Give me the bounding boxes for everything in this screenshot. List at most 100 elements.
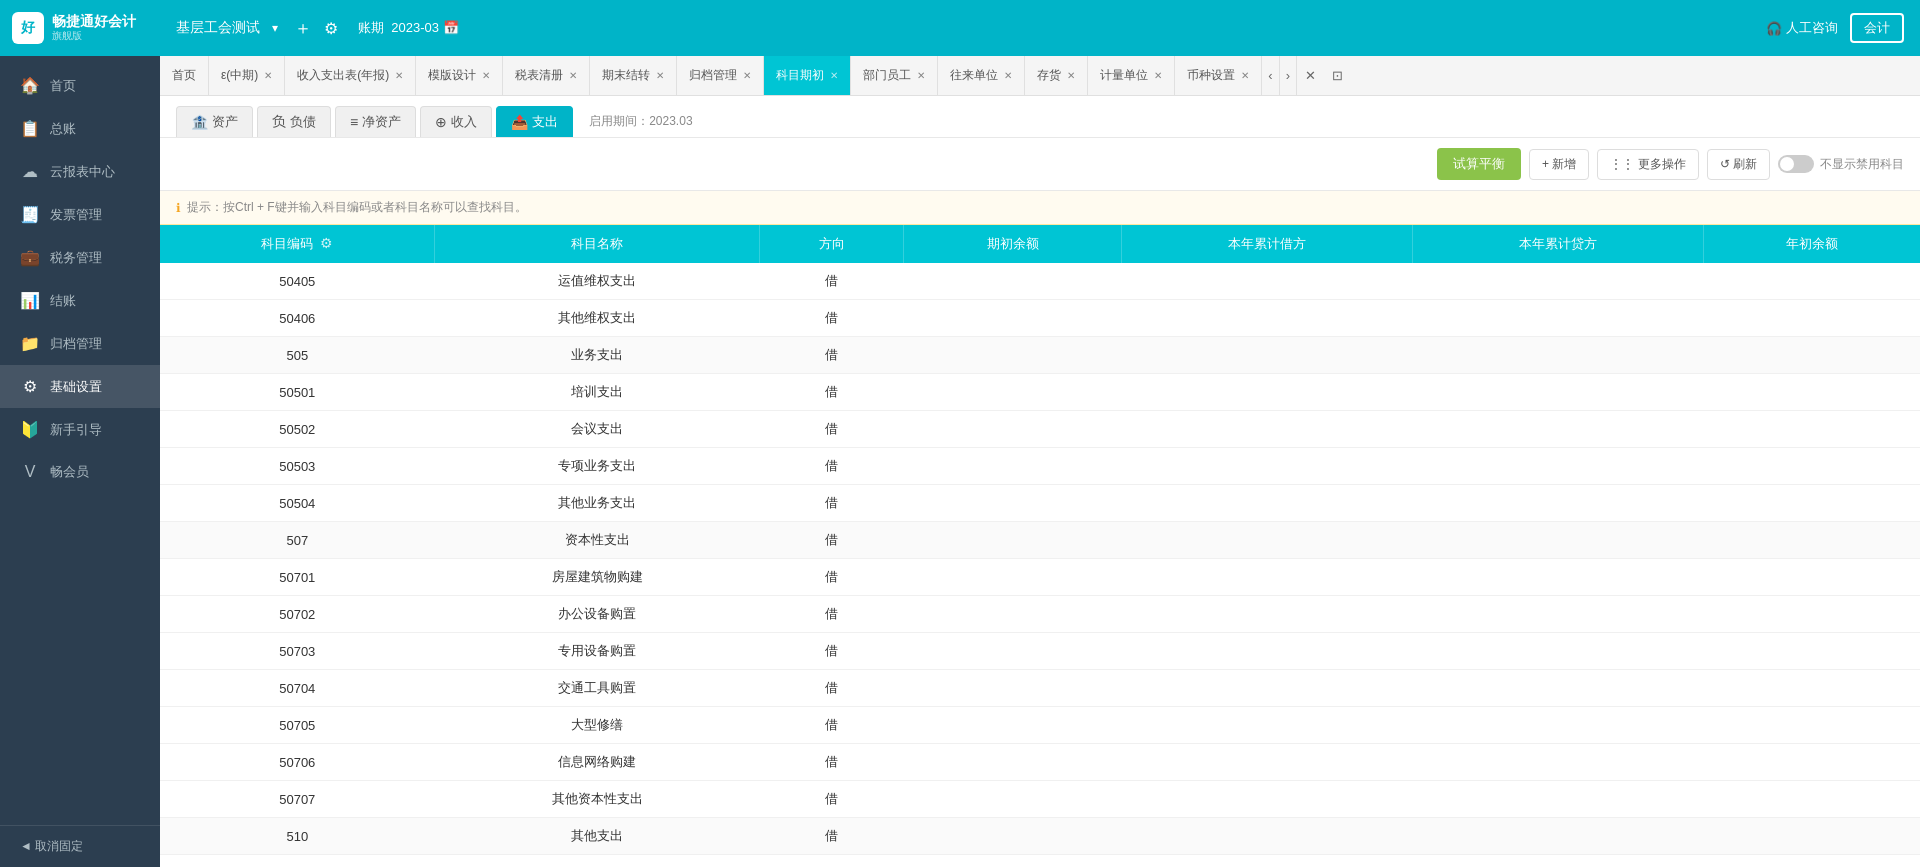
- cell-debit: [1121, 633, 1412, 670]
- toggle-knob: [1780, 157, 1794, 171]
- tab-close-icon[interactable]: ✕: [264, 70, 272, 81]
- tab-close-icon[interactable]: ✕: [1004, 70, 1012, 81]
- tab-----[interactable]: 币种设置✕: [1175, 56, 1262, 95]
- table-row[interactable]: 50705 大型修缮 借: [160, 707, 1920, 744]
- table-row[interactable]: 50703 专用设备购置 借: [160, 633, 1920, 670]
- main-area: 基层工会测试 ▾ ＋ ⚙ 账期 2023-03 📅 🎧 人工咨询 会计 首页ε(…: [160, 0, 1920, 867]
- add-company-btn[interactable]: ＋: [294, 16, 312, 40]
- table-container[interactable]: 科目编码 ⚙ 科目名称 方向 期初余额 本年累计借方 本年累计贷方 年初余额 5…: [160, 225, 1920, 867]
- sub-tab-负债[interactable]: 负负债: [257, 106, 331, 137]
- cell-code: 505: [160, 337, 435, 374]
- tab-close-icon[interactable]: ✕: [830, 70, 838, 81]
- table-row[interactable]: 50704 交通工具购置 借: [160, 670, 1920, 707]
- tab-close-icon[interactable]: ✕: [656, 70, 664, 81]
- tab-close-icon[interactable]: ✕: [482, 70, 490, 81]
- col-code-settings-icon[interactable]: ⚙: [320, 235, 333, 251]
- tab-----[interactable]: 往来单位✕: [938, 56, 1025, 95]
- cell-year-balance: [1704, 781, 1920, 818]
- table-row[interactable]: 507 资本性支出 借: [160, 522, 1920, 559]
- table-row[interactable]: 50706 信息网络购建 借: [160, 744, 1920, 781]
- tab-close-icon[interactable]: ✕: [569, 70, 577, 81]
- content-area: 🏦资产负负债≡净资产⊕收入📤支出启用期间：2023.03 试算平衡 + 新增 ⋮…: [160, 96, 1920, 867]
- table-row[interactable]: 50405 运值维权支出 借: [160, 263, 1920, 300]
- tab-----[interactable]: 部门员工 ✕: [851, 56, 938, 95]
- tab-----[interactable]: 归档管理✕: [677, 56, 764, 95]
- sidebar-item-settlement[interactable]: 📊结账: [0, 279, 160, 322]
- tab-----[interactable]: 科目期初 ✕: [764, 56, 851, 95]
- table-row[interactable]: 50504 其他业务支出 借: [160, 485, 1920, 522]
- service-btn[interactable]: 🎧 人工咨询: [1766, 19, 1838, 37]
- refresh-btn[interactable]: ↺ 刷新: [1707, 149, 1770, 180]
- tab------[interactable]: ε(中期)✕: [209, 56, 285, 95]
- logo-sub: 旗舰版: [52, 29, 136, 43]
- more-ops-btn[interactable]: ⋮⋮ 更多操作: [1597, 149, 1698, 180]
- cell-name: 其他业务支出: [435, 485, 760, 522]
- tab-close-icon[interactable]: ✕: [1067, 70, 1075, 81]
- tab-----[interactable]: 期末结转✕: [590, 56, 677, 95]
- user-btn[interactable]: 会计: [1850, 13, 1904, 43]
- cell-debit: [1121, 781, 1412, 818]
- tab-----[interactable]: 模版设计✕: [416, 56, 503, 95]
- cell-debit: [1121, 818, 1412, 855]
- table-row[interactable]: 50406 其他维权支出 借: [160, 300, 1920, 337]
- sidebar-item-guide[interactable]: 🔰新手引导: [0, 408, 160, 451]
- sidebar-footer[interactable]: ◄ 取消固定: [0, 825, 160, 867]
- tab-next-btn[interactable]: ›: [1280, 56, 1297, 95]
- toggle-switch[interactable]: [1778, 155, 1814, 173]
- company-dropdown-icon[interactable]: ▾: [272, 21, 278, 35]
- trial-balance-btn[interactable]: 试算平衡: [1437, 148, 1521, 180]
- tab-expand-btn[interactable]: ⊡: [1324, 56, 1351, 95]
- cell-direction: 借: [760, 522, 904, 559]
- table-row[interactable]: 50501 培训支出 借: [160, 374, 1920, 411]
- tab-close-icon[interactable]: ✕: [395, 70, 403, 81]
- cell-name: 其他维权支出: [435, 300, 760, 337]
- tab-----[interactable]: 计量单位✕: [1088, 56, 1175, 95]
- tab-prev-btn[interactable]: ‹: [1262, 56, 1279, 95]
- sidebar-item-settings[interactable]: ⚙基础设置: [0, 365, 160, 408]
- tab-close-icon[interactable]: ✕: [917, 70, 925, 81]
- sub-tab-资产[interactable]: 🏦资产: [176, 106, 253, 137]
- sidebar-item-tax[interactable]: 💼税务管理: [0, 236, 160, 279]
- table-row[interactable]: 50702 办公设备购置 借: [160, 596, 1920, 633]
- tab----------[interactable]: 收入支出表(年报)✕: [285, 56, 416, 95]
- sub-tab-icon-净资产: ≡: [350, 114, 358, 130]
- sidebar-item-ledger[interactable]: 📋总账: [0, 107, 160, 150]
- add-btn[interactable]: + 新增: [1529, 149, 1589, 180]
- tab-close-icon[interactable]: ✕: [743, 70, 751, 81]
- table-row[interactable]: 505 业务支出 借: [160, 337, 1920, 374]
- header-settings-icon[interactable]: ⚙: [324, 19, 338, 38]
- tab-label: 部门员工: [863, 67, 911, 84]
- sidebar-label-settings: 基础设置: [50, 378, 102, 396]
- cell-debit: [1121, 485, 1412, 522]
- table-row[interactable]: 50701 房屋建筑物购建 借: [160, 559, 1920, 596]
- cell-credit: [1413, 522, 1704, 559]
- cell-name: 业务支出: [435, 337, 760, 374]
- tab---[interactable]: 存货✕: [1025, 56, 1088, 95]
- sidebar-item-home[interactable]: 🏠首页: [0, 64, 160, 107]
- tab-close-icon[interactable]: ✕: [1154, 70, 1162, 81]
- table-row[interactable]: 510 其他支出 借: [160, 818, 1920, 855]
- table-row[interactable]: 50503 专项业务支出 借: [160, 448, 1920, 485]
- account-period: 账期 2023-03 📅: [358, 19, 459, 37]
- cell-code: 50706: [160, 744, 435, 781]
- sidebar-item-reports[interactable]: ☁云报表中心: [0, 150, 160, 193]
- tab-close-icon[interactable]: ✕: [1241, 70, 1249, 81]
- sidebar-item-member[interactable]: V畅会员: [0, 451, 160, 493]
- tab---[interactable]: 首页: [160, 56, 209, 95]
- tab-label: 科目期初: [776, 67, 824, 84]
- cell-direction: 借: [760, 818, 904, 855]
- tip-icon: ℹ: [176, 201, 181, 215]
- member-icon: V: [20, 463, 40, 481]
- tab-close-all-btn[interactable]: ✕: [1297, 56, 1324, 95]
- tab-----[interactable]: 税表清册✕: [503, 56, 590, 95]
- cell-credit: [1413, 263, 1704, 300]
- sub-tab-净资产[interactable]: ≡净资产: [335, 106, 416, 137]
- sidebar-item-archive[interactable]: 📁归档管理: [0, 322, 160, 365]
- sub-tab-收入[interactable]: ⊕收入: [420, 106, 492, 137]
- sub-tab-支出[interactable]: 📤支出: [496, 106, 573, 137]
- cell-debit: [1121, 374, 1412, 411]
- table-row[interactable]: 50502 会议支出 借: [160, 411, 1920, 448]
- sidebar-item-invoice[interactable]: 🧾发票管理: [0, 193, 160, 236]
- cell-balance: [904, 337, 1122, 374]
- table-row[interactable]: 50707 其他资本性支出 借: [160, 781, 1920, 818]
